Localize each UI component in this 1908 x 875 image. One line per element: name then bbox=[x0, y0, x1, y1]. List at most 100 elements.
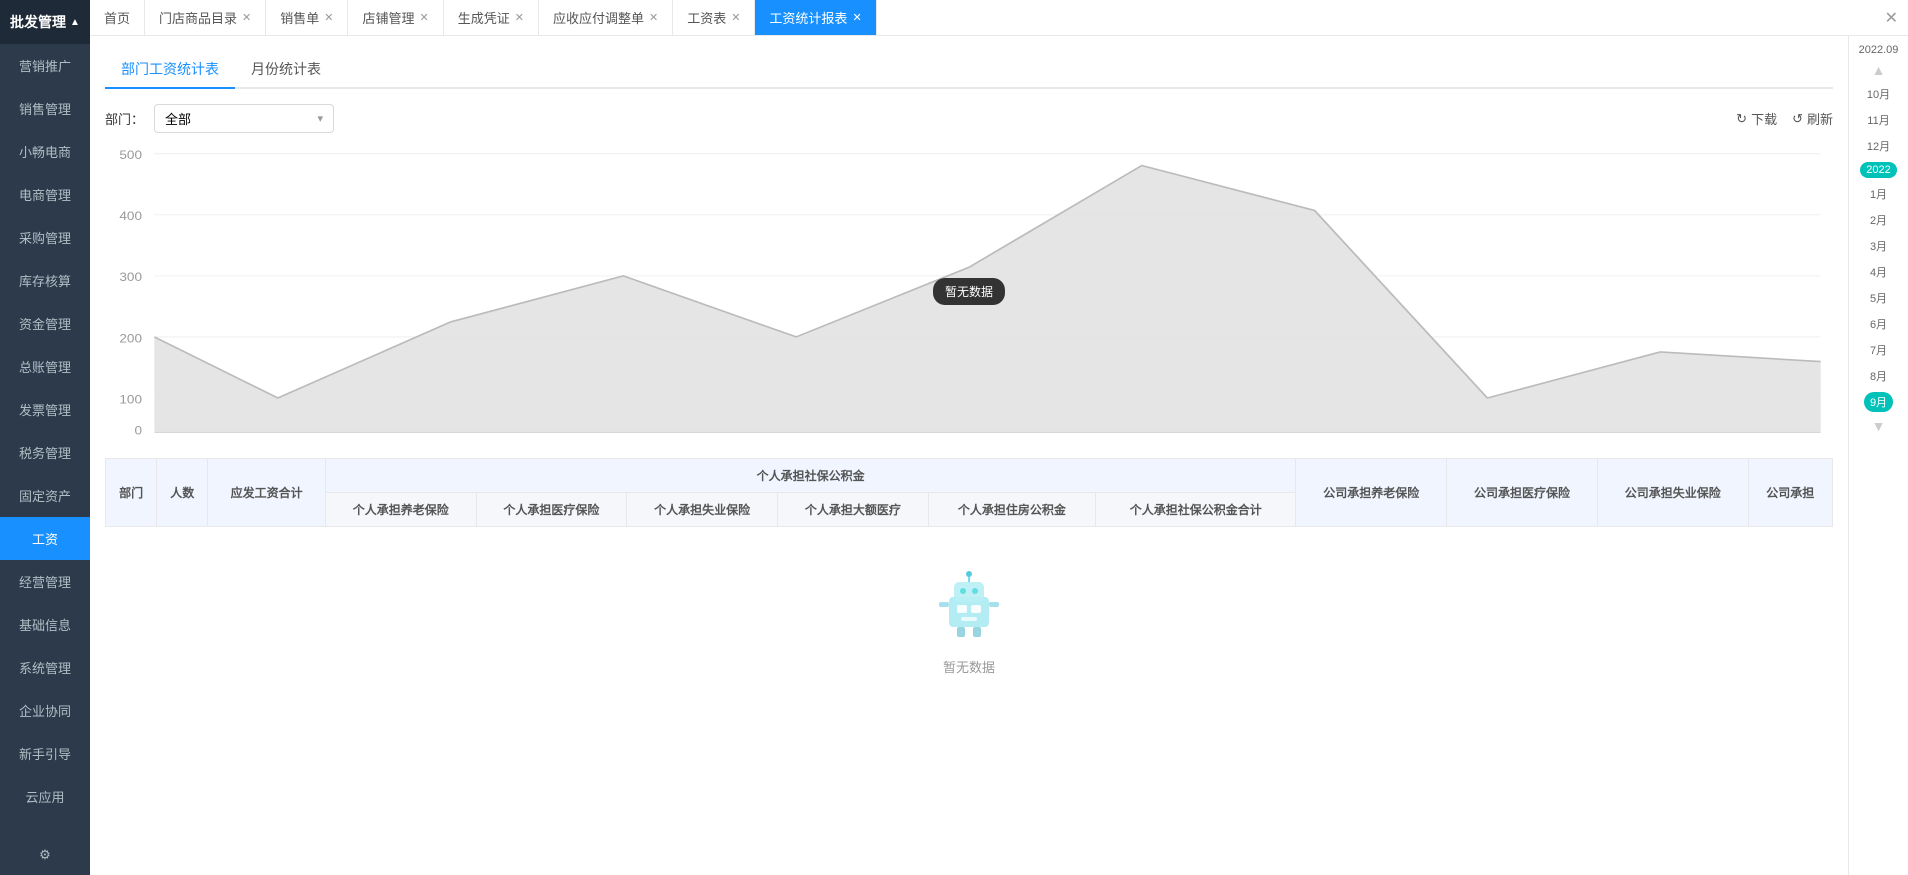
col-personal-medical: 个人承担医疗保险 bbox=[476, 493, 627, 527]
sidebar-item-dsgll[interactable]: 电商管理 bbox=[0, 173, 90, 216]
tab-close-all[interactable]: ✕ bbox=[1875, 8, 1908, 28]
tab-generate-voucher[interactable]: 生成凭证 ✕ bbox=[444, 0, 539, 36]
sidebar-item-jygl[interactable]: 经营管理 bbox=[0, 560, 90, 603]
timeline-may[interactable]: 5月 bbox=[1864, 288, 1893, 308]
settings-icon: ⚙ bbox=[39, 847, 51, 862]
col-company-unemploy: 公司承担失业保险 bbox=[1597, 459, 1748, 527]
svg-text:200: 200 bbox=[119, 331, 142, 345]
sidebar-item-zjgl[interactable]: 资金管理 bbox=[0, 302, 90, 345]
col-dept: 部门 bbox=[106, 459, 157, 527]
timeline-feb[interactable]: 2月 bbox=[1864, 210, 1893, 230]
sidebar-item-qyxt[interactable]: 企业协同 bbox=[0, 689, 90, 732]
chart-tooltip: 暂无数据 bbox=[933, 278, 1005, 305]
dept-select[interactable]: 全部 ▾ bbox=[154, 104, 334, 133]
empty-text: 暂无数据 bbox=[943, 657, 995, 676]
tab-store-catalog[interactable]: 门店商品目录 ✕ bbox=[145, 0, 266, 36]
sub-tab-month[interactable]: 月份统计表 bbox=[235, 51, 337, 89]
timeline-jan[interactable]: 1月 bbox=[1864, 184, 1893, 204]
col-personal-total: 个人承担社保公积金合计 bbox=[1095, 493, 1295, 527]
col-personal-housing: 个人承担住房公积金 bbox=[928, 493, 1095, 527]
tab-payroll-report[interactable]: 工资统计报表 ✕ bbox=[755, 0, 876, 36]
toolbar: 部门： 全部 ▾ ↻ 下载 ↺ 刷新 bbox=[105, 104, 1833, 133]
sidebar-item-xtgl[interactable]: 系统管理 bbox=[0, 646, 90, 689]
tab-store-manage[interactable]: 店铺管理 ✕ bbox=[348, 0, 443, 36]
sidebar-item-swgl[interactable]: 税务管理 bbox=[0, 431, 90, 474]
sidebar-title: 批发管理 bbox=[10, 12, 66, 32]
svg-text:500: 500 bbox=[119, 148, 142, 162]
svg-text:100: 100 bbox=[119, 392, 142, 406]
download-icon: ↻ bbox=[1736, 111, 1747, 127]
svg-text:0: 0 bbox=[134, 423, 142, 437]
sidebar-arrow: ▲ bbox=[70, 17, 80, 28]
download-button[interactable]: ↻ 下载 bbox=[1736, 109, 1777, 128]
data-table: 部门 人数 应发工资合计 个人承担社保公积金 公司承担养老保险 公司承担医疗保险… bbox=[105, 458, 1833, 527]
sidebar-item-jcxx[interactable]: 基础信息 bbox=[0, 603, 90, 646]
sub-tab-dept[interactable]: 部门工资统计表 bbox=[105, 51, 235, 89]
timeline-sep[interactable]: 9月 bbox=[1864, 392, 1893, 412]
timeline-aug[interactable]: 8月 bbox=[1864, 366, 1893, 386]
sub-tabs: 部门工资统计表 月份统计表 bbox=[105, 51, 1833, 89]
timeline-dec[interactable]: 12月 bbox=[1861, 136, 1896, 156]
sidebar-item-yyyg[interactable]: 云应用 bbox=[0, 775, 90, 818]
sidebar-item-xcdsh[interactable]: 小畅电商 bbox=[0, 130, 90, 173]
sidebar-item-xsyd[interactable]: 新手引导 bbox=[0, 732, 90, 775]
timeline-down-arrow[interactable]: ▼ bbox=[1869, 415, 1889, 437]
timeline-apr[interactable]: 4月 bbox=[1864, 262, 1893, 282]
empty-state: 暂无数据 bbox=[105, 527, 1833, 716]
toolbar-right: ↻ 下载 ↺ 刷新 bbox=[1736, 109, 1833, 128]
timeline-year-2022[interactable]: 2022 bbox=[1860, 162, 1896, 178]
sidebar-item-cgg[interactable]: 采购管理 bbox=[0, 216, 90, 259]
toolbar-left: 部门： 全部 ▾ bbox=[105, 104, 334, 133]
timeline-nov[interactable]: 11月 bbox=[1861, 110, 1895, 130]
refresh-button[interactable]: ↺ 刷新 bbox=[1792, 109, 1833, 128]
timeline-jul[interactable]: 7月 bbox=[1864, 340, 1893, 360]
sidebar-header[interactable]: 批发管理 ▲ bbox=[0, 0, 90, 44]
sidebar: 批发管理 ▲ 营销推广 销售管理 小畅电商 电商管理 采购管理 库存核算 资金管… bbox=[0, 0, 90, 875]
tab-ar-ap[interactable]: 应收应付调整单 ✕ bbox=[539, 0, 673, 36]
svg-text:300: 300 bbox=[119, 270, 142, 284]
col-group-personal: 个人承担社保公积金 bbox=[325, 459, 1296, 493]
col-personal-unemploy: 个人承担失业保险 bbox=[627, 493, 778, 527]
refresh-icon: ↺ bbox=[1792, 111, 1803, 127]
timeline-oct[interactable]: 10月 bbox=[1861, 84, 1896, 104]
tab-close-store-manage[interactable]: ✕ bbox=[420, 11, 429, 24]
sidebar-item-gz[interactable]: 工资 bbox=[0, 517, 90, 560]
tab-close-sales[interactable]: ✕ bbox=[324, 11, 333, 24]
col-company-other: 公司承担 bbox=[1748, 459, 1832, 527]
tab-sales[interactable]: 销售单 ✕ bbox=[266, 0, 348, 36]
timeline-up-arrow[interactable]: ▲ bbox=[1869, 59, 1889, 81]
sidebar-item-xsgl[interactable]: 销售管理 bbox=[0, 87, 90, 130]
col-company-medical: 公司承担医疗保险 bbox=[1447, 459, 1598, 527]
timeline-mar[interactable]: 3月 bbox=[1864, 236, 1893, 256]
tab-home[interactable]: 首页 bbox=[90, 0, 145, 36]
empty-robot-icon bbox=[929, 567, 1009, 647]
chevron-down-icon: ▾ bbox=[317, 112, 323, 125]
sidebar-item-zzgl[interactable]: 总账管理 bbox=[0, 345, 90, 388]
sidebar-item-yxtz[interactable]: 营销推广 bbox=[0, 44, 90, 87]
tab-close-store-catalog[interactable]: ✕ bbox=[242, 11, 251, 24]
tab-payroll[interactable]: 工资表 ✕ bbox=[673, 0, 755, 36]
timeline-panel: 2022.09 ▲ 10月 11月 12月 2022 1月 2月 3月 4月 5… bbox=[1848, 36, 1908, 875]
sidebar-item-kchj[interactable]: 库存核算 bbox=[0, 259, 90, 302]
col-company-pension: 公司承担养老保险 bbox=[1296, 459, 1447, 527]
col-total-salary: 应发工资合计 bbox=[208, 459, 326, 527]
tab-close-generate-voucher[interactable]: ✕ bbox=[515, 11, 524, 24]
sidebar-footer-settings[interactable]: ⚙ bbox=[0, 835, 90, 875]
tab-close-payroll-report[interactable]: ✕ bbox=[852, 11, 861, 24]
col-personal-pension: 个人承担养老保险 bbox=[325, 493, 476, 527]
tab-close-payroll[interactable]: ✕ bbox=[731, 11, 740, 24]
chart-container: 500 400 300 200 100 0 bbox=[105, 143, 1833, 443]
table-scroll[interactable]: 部门 人数 应发工资合计 个人承担社保公积金 公司承担养老保险 公司承担医疗保险… bbox=[105, 458, 1833, 716]
tab-close-ar-ap[interactable]: ✕ bbox=[649, 11, 658, 24]
tab-bar: 首页 门店商品目录 ✕ 销售单 ✕ 店铺管理 ✕ 生成凭证 ✕ 应收应付调整单 … bbox=[90, 0, 1908, 36]
main-area: 首页 门店商品目录 ✕ 销售单 ✕ 店铺管理 ✕ 生成凭证 ✕ 应收应付调整单 … bbox=[90, 0, 1908, 875]
svg-text:400: 400 bbox=[119, 209, 142, 223]
col-count: 人数 bbox=[157, 459, 208, 527]
col-personal-large-medical: 个人承担大额医疗 bbox=[777, 493, 928, 527]
sidebar-item-fpgl[interactable]: 发票管理 bbox=[0, 388, 90, 431]
timeline-jun[interactable]: 6月 bbox=[1864, 314, 1893, 334]
sidebar-item-gdze[interactable]: 固定资产 bbox=[0, 474, 90, 517]
timeline-current-date[interactable]: 2022.09 bbox=[1859, 44, 1899, 56]
content-area: 部门工资统计表 月份统计表 部门： 全部 ▾ ↻ 下载 bbox=[90, 36, 1908, 875]
dept-label: 部门： bbox=[105, 109, 144, 128]
